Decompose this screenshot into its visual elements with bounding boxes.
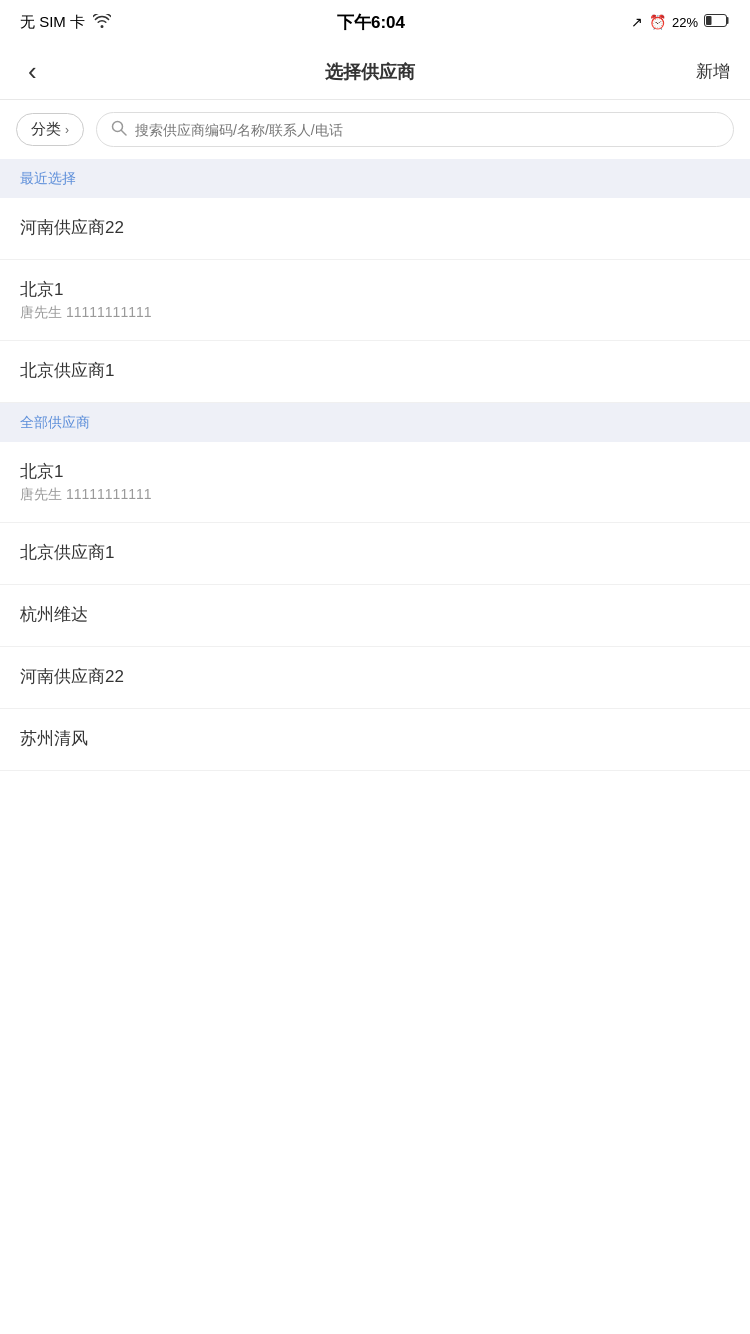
- page-title: 选择供应商: [325, 60, 415, 84]
- list-item[interactable]: 苏州清风: [0, 709, 750, 771]
- supplier-sub: 唐先生 11111111111: [20, 304, 730, 322]
- list-item[interactable]: 北京供应商1: [0, 523, 750, 585]
- svg-rect-1: [706, 16, 712, 25]
- no-sim-label: 无 SIM 卡: [20, 13, 85, 32]
- list-item[interactable]: 杭州维达: [0, 585, 750, 647]
- search-icon: [111, 120, 127, 139]
- status-right: ↗ ⏰ 22%: [631, 14, 730, 30]
- section-header-all: 全部供应商: [0, 403, 750, 442]
- list-item[interactable]: 北京1 唐先生 11111111111: [0, 260, 750, 341]
- supplier-name: 北京供应商1: [20, 359, 730, 382]
- status-time: 下午6:04: [337, 11, 405, 34]
- nav-bar: ‹ 选择供应商 新增: [0, 44, 750, 100]
- status-left: 无 SIM 卡: [20, 13, 111, 32]
- battery-icon: [704, 14, 730, 30]
- add-new-button[interactable]: 新增: [696, 60, 730, 83]
- list-item[interactable]: 河南供应商22: [0, 198, 750, 260]
- section-header-recent: 最近选择: [0, 159, 750, 198]
- list-item[interactable]: 河南供应商22: [0, 647, 750, 709]
- back-button[interactable]: ‹: [20, 48, 45, 95]
- battery-label: 22%: [672, 15, 698, 30]
- category-label: 分类: [31, 120, 61, 139]
- status-bar: 无 SIM 卡 下午6:04 ↗ ⏰ 22%: [0, 0, 750, 44]
- supplier-name: 河南供应商22: [20, 665, 730, 688]
- list-item[interactable]: 北京供应商1: [0, 341, 750, 403]
- alarm-icon: ⏰: [649, 14, 666, 30]
- supplier-list: 最近选择河南供应商22 北京1 唐先生 11111111111 北京供应商1 全部供应商…: [0, 159, 750, 771]
- supplier-name: 河南供应商22: [20, 216, 730, 239]
- chevron-right-icon: ›: [65, 123, 69, 137]
- section-header-text-recent: 最近选择: [20, 170, 76, 186]
- supplier-sub: 唐先生 11111111111: [20, 486, 730, 504]
- supplier-name: 北京1: [20, 460, 730, 483]
- wifi-icon: [93, 14, 111, 31]
- supplier-name: 苏州清风: [20, 727, 730, 750]
- section-header-text-all: 全部供应商: [20, 414, 90, 430]
- search-input[interactable]: [135, 122, 719, 138]
- search-box[interactable]: [96, 112, 734, 147]
- location-icon: ↗: [631, 14, 643, 30]
- filter-bar: 分类 ›: [0, 100, 750, 159]
- supplier-name: 杭州维达: [20, 603, 730, 626]
- list-item[interactable]: 北京1 唐先生 11111111111: [0, 442, 750, 523]
- supplier-name: 北京供应商1: [20, 541, 730, 564]
- svg-line-3: [122, 131, 127, 136]
- supplier-name: 北京1: [20, 278, 730, 301]
- category-button[interactable]: 分类 ›: [16, 113, 84, 146]
